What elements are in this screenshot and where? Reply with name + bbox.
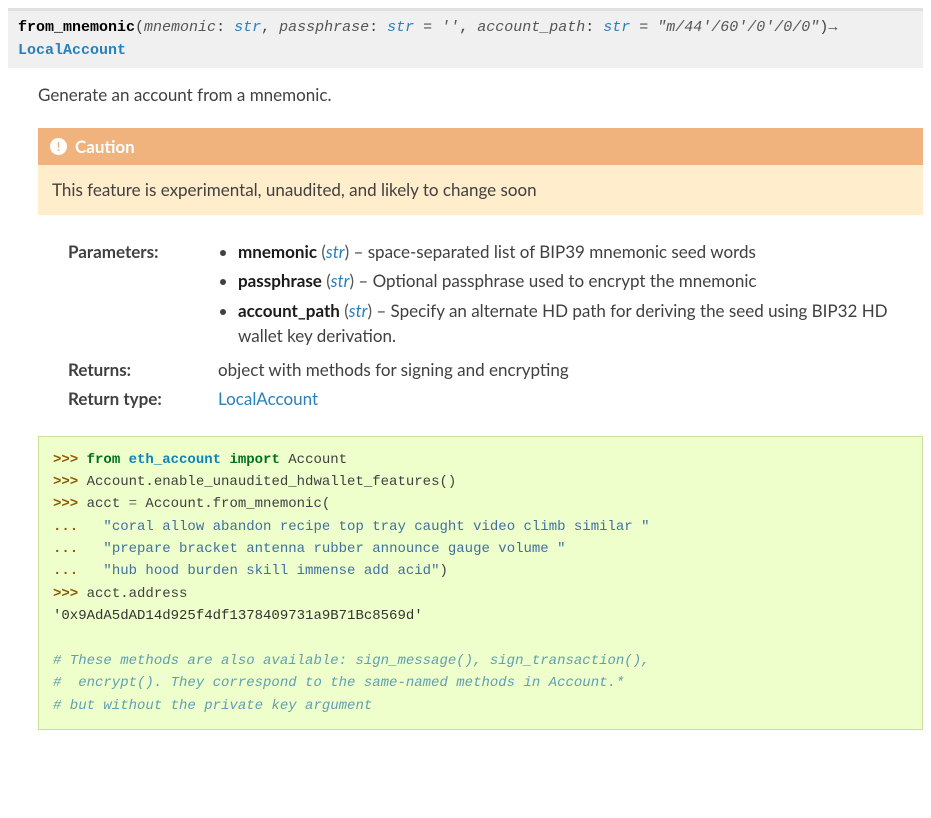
function-name: from_mnemonic xyxy=(18,19,135,36)
param-item-passphrase: passphrase (str) – Optional passphrase u… xyxy=(238,268,923,294)
admonition-body: This feature is experimental, unaudited,… xyxy=(38,165,923,215)
type-link-str[interactable]: str xyxy=(603,19,630,36)
return-type-label: Return type: xyxy=(68,386,218,412)
example-code-block: >>> from eth_account import Account >>> … xyxy=(38,436,923,731)
returns-value: object with methods for signing and encr… xyxy=(218,357,923,383)
param-passphrase: passphrase xyxy=(279,19,369,36)
param-item-account-path: account_path (str) – Specify an alternat… xyxy=(238,298,923,349)
return-type-link[interactable]: LocalAccount xyxy=(218,388,318,409)
default-account-path: "m/44'/60'/0'/0/0" xyxy=(657,19,819,36)
function-signature: from_mnemonic(mnemonic: str, passphrase:… xyxy=(8,8,923,68)
returns-label: Returns: xyxy=(68,357,218,383)
type-link-str[interactable]: str xyxy=(349,300,368,321)
param-mnemonic: mnemonic xyxy=(144,19,216,36)
return-type-link[interactable]: LocalAccount xyxy=(18,42,126,59)
parameters-list: mnemonic (str) – space-separated list of… xyxy=(218,239,923,349)
caution-admonition: ! Caution This feature is experimental, … xyxy=(38,128,923,215)
type-link-str[interactable]: str xyxy=(234,19,261,36)
function-summary: Generate an account from a mnemonic. xyxy=(38,82,923,108)
parameters-label: Parameters: xyxy=(68,239,218,265)
type-link-str[interactable]: str xyxy=(331,270,350,291)
return-arrow: → xyxy=(828,19,837,36)
param-item-mnemonic: mnemonic (str) – space-separated list of… xyxy=(238,239,923,265)
admonition-title-text: Caution xyxy=(75,134,135,160)
param-account-path: account_path xyxy=(477,19,585,36)
exclamation-icon: ! xyxy=(50,138,67,155)
admonition-title: ! Caution xyxy=(38,128,923,166)
default-passphrase: '' xyxy=(441,19,459,36)
field-list: Parameters: mnemonic (str) – space-separ… xyxy=(68,239,923,412)
type-link-str[interactable]: str xyxy=(387,19,414,36)
type-link-str[interactable]: str xyxy=(326,241,345,262)
